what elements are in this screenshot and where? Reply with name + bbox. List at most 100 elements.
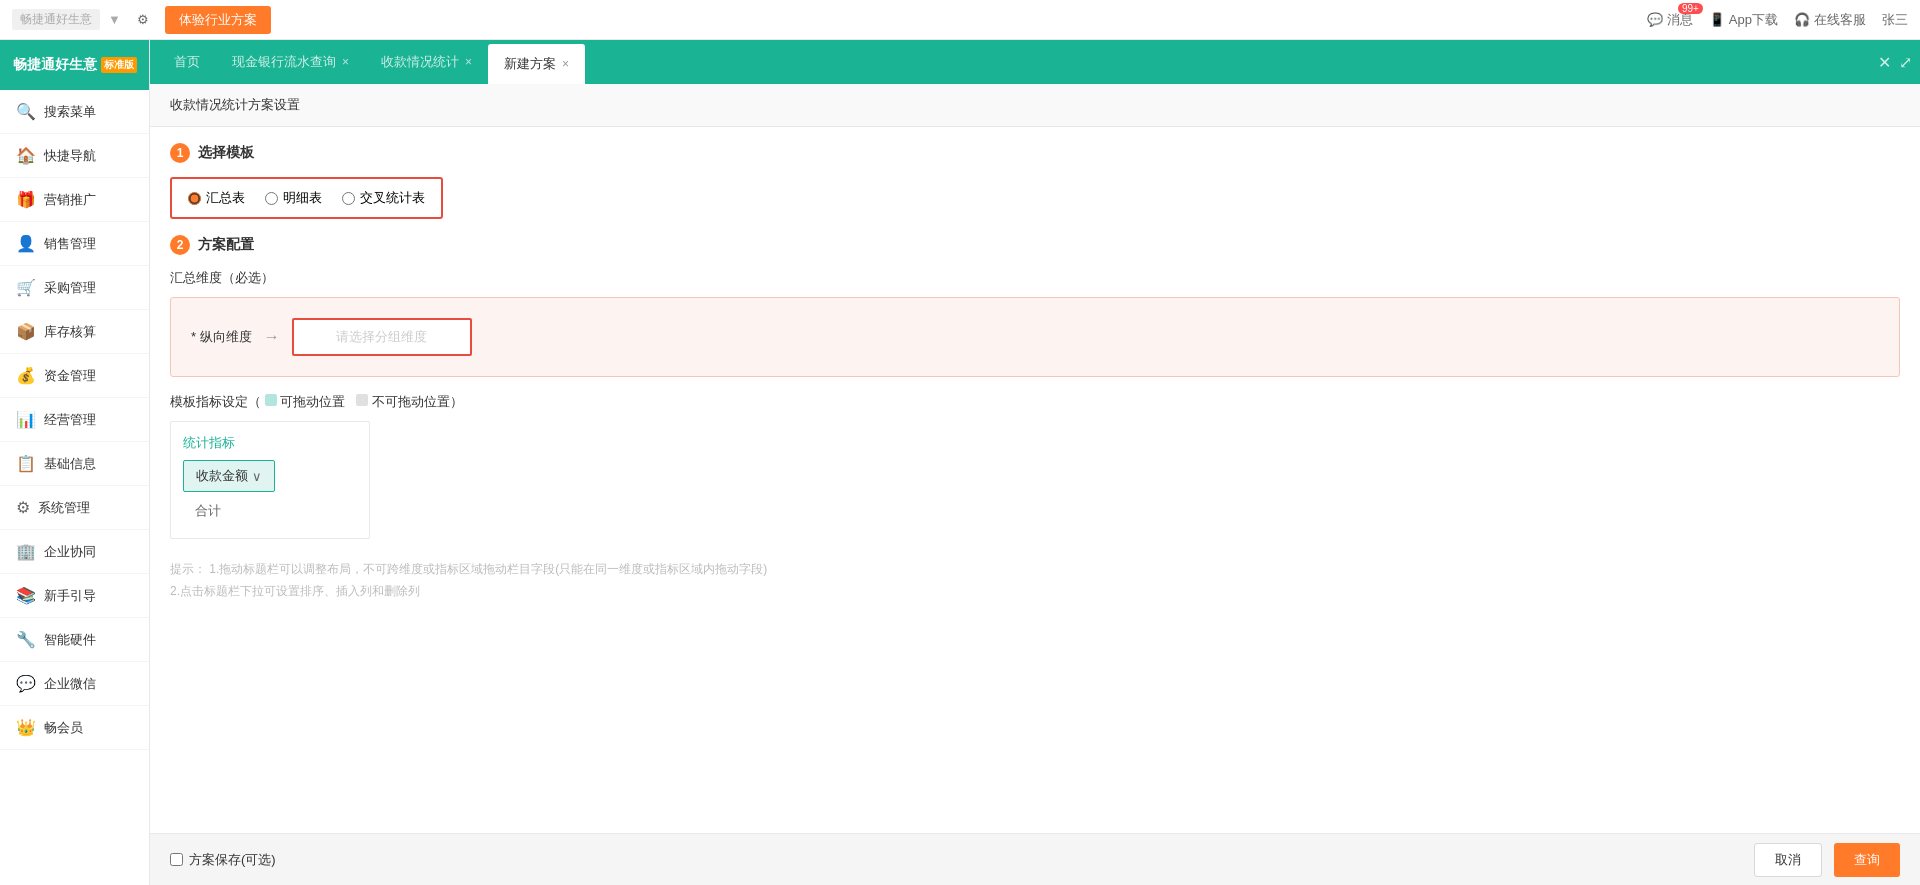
sidebar-item-finance[interactable]: 💰 资金管理 [0,354,149,398]
logo-text: 畅捷通好生意 [13,56,97,74]
sidebar-item-label: 快捷导航 [44,147,96,165]
step1-title: 选择模板 [198,144,254,162]
service-icon: 🎧 [1794,12,1810,27]
radio-cross[interactable]: 交叉统计表 [342,189,425,207]
sidebar-item-enterprise[interactable]: 🏢 企业协同 [0,530,149,574]
save-checkbox[interactable]: 方案保存(可选) [170,851,276,869]
metric-tag[interactable]: 收款金额 ∨ [183,460,275,492]
sidebar-item-operation[interactable]: 📊 经营管理 [0,398,149,442]
message-badge: 99+ [1678,3,1703,14]
sidebar-item-label: 智能硬件 [44,631,96,649]
message-btn[interactable]: 💬 消息 99+ [1647,11,1693,29]
logo-subtitle: 标准版 [101,57,137,73]
sidebar-item-smart-hw[interactable]: 🔧 智能硬件 [0,618,149,662]
tab-new-plan-close[interactable]: × [562,57,569,71]
stat-label: 统计指标 [183,434,357,452]
cancel-button[interactable]: 取消 [1754,843,1822,877]
title-dropdown[interactable]: ▼ [108,12,121,27]
radio-detail[interactable]: 明细表 [265,189,322,207]
sidebar-item-sales[interactable]: 👤 销售管理 [0,222,149,266]
radio-detail-label: 明细表 [283,189,322,207]
bottom-actions: 取消 查询 [1754,843,1900,877]
radio-summary-label: 汇总表 [206,189,245,207]
sales-icon: 👤 [16,234,36,253]
operation-icon: 📊 [16,410,36,429]
finance-icon: 💰 [16,366,36,385]
user-label: 张三 [1882,11,1908,29]
service-btn[interactable]: 🎧 在线客服 [1794,11,1866,29]
tab-collection-stat-close[interactable]: × [465,55,472,69]
marketing-icon: 🎁 [16,190,36,209]
save-checkbox-label: 方案保存(可选) [189,851,276,869]
step1-section: 1 选择模板 汇总表 明细表 交叉统计表 [150,127,1920,235]
tab-home-label: 首页 [174,53,200,71]
sidebar-item-marketing[interactable]: 🎁 营销推广 [0,178,149,222]
fixed-label: 不可拖动位置） [372,394,463,409]
sidebar-item-wechat[interactable]: 💬 企业微信 [0,662,149,706]
sidebar-item-label: 新手引导 [44,587,96,605]
user-name[interactable]: 张三 [1882,11,1908,29]
sidebar-item-purchase[interactable]: 🛒 采购管理 [0,266,149,310]
hint-2: 2.点击标题栏下拉可设置排序、插入列和删除列 [170,581,1900,603]
tab-collection-stat[interactable]: 收款情况统计 × [365,40,488,84]
tab-bar-actions: ✕ ⤢ [1878,53,1912,72]
sidebar-item-label: 基础信息 [44,455,96,473]
radio-cross-input[interactable] [342,192,355,205]
sidebar-item-basic-info[interactable]: 📋 基础信息 [0,442,149,486]
page-content: 收款情况统计方案设置 1 选择模板 汇总表 明细表 [150,84,1920,833]
page-header: 收款情况统计方案设置 [150,84,1920,127]
sidebar-logo: 畅捷通好生意 标准版 [0,40,149,90]
movable-label: 可拖动位置 [280,394,345,409]
tab-collection-stat-label: 收款情况统计 [381,53,459,71]
metric-dropdown-icon[interactable]: ∨ [252,469,262,484]
settings-icon[interactable]: ⚙ [129,6,157,34]
search-menu-icon: 🔍 [16,102,36,121]
sidebar-item-label: 库存核算 [44,323,96,341]
tab-bank-flow[interactable]: 现金银行流水查询 × [216,40,365,84]
tab-bank-flow-close[interactable]: × [342,55,349,69]
tab-close-all-btn[interactable]: ✕ [1878,53,1891,72]
radio-summary[interactable]: 汇总表 [188,189,245,207]
vertical-label: * 纵向维度 [191,328,252,346]
smart-hw-icon: 🔧 [16,630,36,649]
summary-dim-label: 汇总维度（必选） [170,269,1900,287]
tab-maximize-btn[interactable]: ⤢ [1899,53,1912,72]
top-bar-right: 💬 消息 99+ 📱 App下载 🎧 在线客服 张三 [1647,11,1908,29]
message-icon: 💬 [1647,12,1663,27]
tab-new-plan[interactable]: 新建方案 × [488,44,585,84]
download-icon: 📱 [1709,12,1725,27]
sidebar-item-system[interactable]: ⚙ 系统管理 [0,486,149,530]
sidebar-item-member[interactable]: 👑 畅会员 [0,706,149,750]
system-icon: ⚙ [16,498,30,517]
sidebar-item-inventory[interactable]: 📦 库存核算 [0,310,149,354]
metric-sum: 合计 [183,496,357,526]
sidebar-item-quick-nav[interactable]: 🏠 快捷导航 [0,134,149,178]
trial-btn[interactable]: 体验行业方案 [165,6,271,34]
basic-info-icon: 📋 [16,454,36,473]
app-title: 畅捷通好生意 [12,9,100,30]
quick-nav-icon: 🏠 [16,146,36,165]
tab-home[interactable]: 首页 [158,40,216,84]
sidebar-item-guide[interactable]: 📚 新手引导 [0,574,149,618]
sidebar-item-label: 企业微信 [44,675,96,693]
guide-icon: 📚 [16,586,36,605]
dimension-select[interactable]: 请选择分组维度 [292,318,472,356]
purchase-icon: 🛒 [16,278,36,297]
step2-num: 2 [170,235,190,255]
step2-label: 2 方案配置 [170,235,1900,255]
sidebar-item-label: 经营管理 [44,411,96,429]
sidebar-item-search-menu[interactable]: 🔍 搜索菜单 [0,90,149,134]
download-btn[interactable]: 📱 App下载 [1709,11,1778,29]
sidebar-item-label: 销售管理 [44,235,96,253]
radio-detail-input[interactable] [265,192,278,205]
metric-tag-label: 收款金额 [196,467,248,485]
query-button[interactable]: 查询 [1834,843,1900,877]
member-icon: 👑 [16,718,36,737]
radio-summary-input[interactable] [188,192,201,205]
wechat-icon: 💬 [16,674,36,693]
hint-box: 提示： 1.拖动标题栏可以调整布局，不可跨维度或指标区域拖动栏目字段(只能在同一… [170,559,1900,602]
content-area: 首页 现金银行流水查询 × 收款情况统计 × 新建方案 × ✕ ⤢ 收 [150,40,1920,885]
enterprise-icon: 🏢 [16,542,36,561]
top-bar-left: 畅捷通好生意 ▼ ⚙ 体验行业方案 [12,6,271,34]
save-checkbox-input[interactable] [170,853,183,866]
